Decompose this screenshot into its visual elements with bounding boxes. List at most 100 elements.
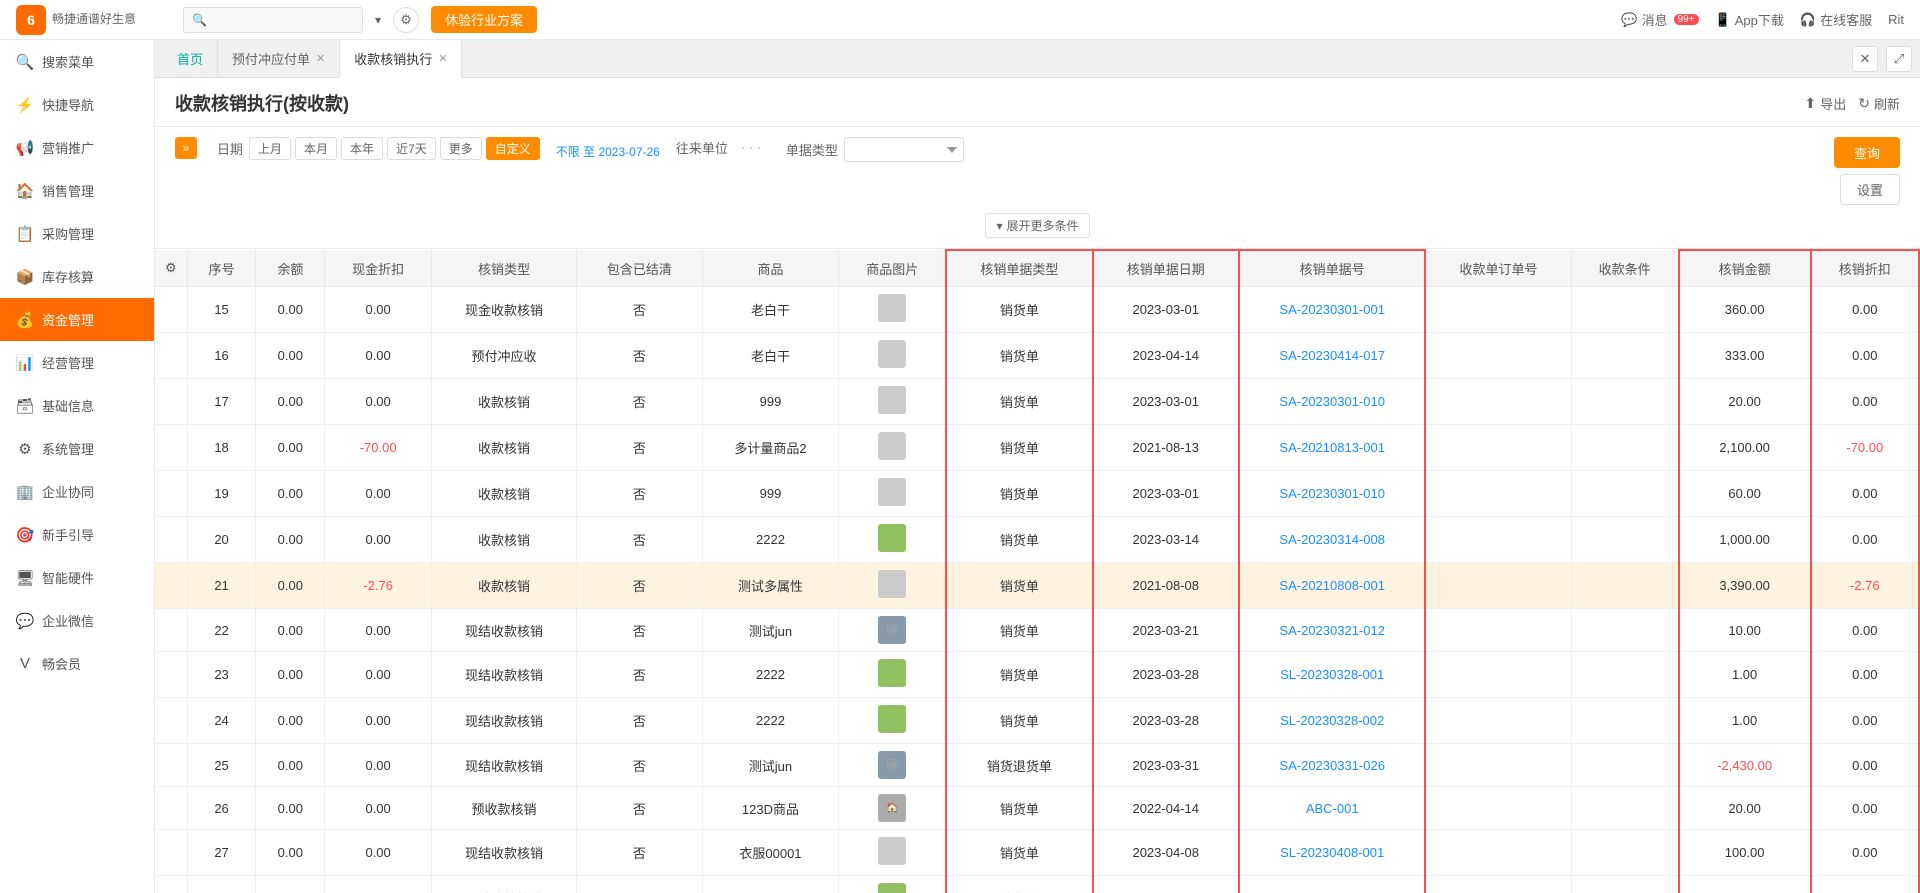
sidebar-item-quick-nav[interactable]: ⚡ 快捷导航 <box>0 83 154 126</box>
sidebar-item-guide[interactable]: 🎯 新手引导 <box>0 513 154 556</box>
sidebar-item-search[interactable]: 🔍 搜索菜单 <box>0 40 154 83</box>
cell-write-off-type: 收款核销 <box>432 425 577 471</box>
cell-write-off-no[interactable]: SL-20230408-001 <box>1239 830 1426 876</box>
cell-no: 17 <box>187 379 256 425</box>
link-cell-write-off-no[interactable]: SA-20210813-001 <box>1279 440 1385 455</box>
sidebar-item-sales[interactable]: 🏠 销售管理 <box>0 169 154 212</box>
cell-write-off-no[interactable]: SL-20230328-002 <box>1239 698 1426 744</box>
cell-collect-condition <box>1571 471 1679 517</box>
filter-collapse-btn[interactable]: » <box>175 137 197 159</box>
sidebar-item-system[interactable]: ⚙ 系统管理 <box>0 427 154 470</box>
tab-prepay-close[interactable]: ✕ <box>316 52 325 65</box>
link-cell-write-off-no[interactable]: SA-20230301-010 <box>1279 486 1385 501</box>
cell-write-off-no[interactable]: SA-20210808-001 <box>1239 563 1426 609</box>
notifications-item[interactable]: 💬 消息 99+ <box>1621 10 1698 29</box>
cell-write-off-date: 2023-04-18 <box>1093 876 1239 893</box>
cell-write-off-no[interactable]: SA-20230321-012 <box>1239 609 1426 652</box>
link-cell-write-off-no[interactable]: SA-20230331-026 <box>1279 758 1385 773</box>
cell-write-off-no[interactable]: SA-20230314-008 <box>1239 517 1426 563</box>
cell-goods-image <box>839 652 947 698</box>
cell-no: 20 <box>187 517 256 563</box>
tab-home[interactable]: 首页 <box>163 40 218 78</box>
tab-maximize-btn[interactable]: ⤢ <box>1886 46 1912 72</box>
setting-btn[interactable]: 设置 <box>1840 174 1900 205</box>
user-item[interactable]: Rit <box>1888 12 1904 27</box>
tab-prepay[interactable]: 预付冲应付单 ✕ <box>218 40 340 78</box>
link-cell-write-off-no[interactable]: SA-20230301-001 <box>1279 302 1385 317</box>
sidebar-item-member[interactable]: V 畅会员 <box>0 642 154 685</box>
cell-include-settled: 否 <box>576 698 702 744</box>
industry-btn[interactable]: 休验行业方案 <box>431 6 537 33</box>
sidebar-item-finance[interactable]: 💰 资金管理 <box>0 298 154 341</box>
sidebar-item-purchase[interactable]: 📋 采购管理 <box>0 212 154 255</box>
tab-close-btn[interactable]: ✕ <box>1852 46 1878 72</box>
link-cell-write-off-no[interactable]: SA-20230301-010 <box>1279 394 1385 409</box>
app-download-item[interactable]: 📱 App下载 <box>1715 10 1784 29</box>
sidebar-item-operations[interactable]: 📊 经营管理 <box>0 341 154 384</box>
cell-include-settled: 否 <box>576 563 702 609</box>
date-btn-this-month[interactable]: 本月 <box>295 137 337 160</box>
link-cell-write-off-no[interactable]: ABC-001 <box>1306 801 1359 816</box>
cell-settings <box>155 744 187 787</box>
sidebar-item-enterprise[interactable]: 🏢 企业协同 <box>0 470 154 513</box>
cell-write-off-no[interactable]: SA-20230414-017 <box>1239 333 1426 379</box>
query-btn[interactable]: 查询 <box>1834 137 1900 168</box>
link-cell-write-off-no[interactable]: SL-20230408-001 <box>1280 845 1384 860</box>
sidebar-item-inventory[interactable]: 📦 库存核算 <box>0 255 154 298</box>
cell-collect-order-no <box>1425 744 1571 787</box>
sidebar-item-wechat[interactable]: 💬 企业微信 <box>0 599 154 642</box>
data-table-container[interactable]: ⚙ 序号 余额 现金折扣 核销类型 包含已结清 商品 商品图片 核销单据类型 核… <box>155 249 1920 893</box>
cell-cash-discount: 0.00 <box>325 652 432 698</box>
cell-cash-discount: 0.00 <box>325 830 432 876</box>
gear-icon[interactable]: ⚙ <box>393 7 419 33</box>
sidebar-label-finance: 资金管理 <box>42 310 94 329</box>
tab-collection-close[interactable]: ✕ <box>438 52 447 65</box>
cell-write-off-bill-type: 销货单 <box>946 609 1092 652</box>
link-cell-write-off-no[interactable]: SL-20230328-002 <box>1280 713 1384 728</box>
date-btn-prev-month[interactable]: 上月 <box>249 137 291 160</box>
cell-write-off-no[interactable]: SA-20230331-026 <box>1239 744 1426 787</box>
bill-type-select[interactable] <box>844 137 964 162</box>
link-cell-write-off-no[interactable]: SA-20230314-008 <box>1279 532 1385 547</box>
cell-settings <box>155 876 187 893</box>
cell-write-off-no[interactable]: SL-20230328-001 <box>1239 652 1426 698</box>
cell-write-off-amount: -2,430.00 <box>1679 744 1811 787</box>
goods-image-placeholder <box>878 524 906 552</box>
search-icon: 🔍 <box>16 53 34 71</box>
cell-write-off-no[interactable]: SL-20230418-001 <box>1239 876 1426 893</box>
link-cell-write-off-no[interactable]: SA-20230321-012 <box>1279 623 1385 638</box>
link-cell-write-off-no[interactable]: SL-20230328-001 <box>1280 667 1384 682</box>
monitor-icon: 🖥 <box>16 569 34 587</box>
cell-collect-order-no <box>1425 652 1571 698</box>
link-cell-write-off-no[interactable]: SA-20230414-017 <box>1279 348 1385 363</box>
date-btn-7days[interactable]: 近7天 <box>387 137 436 160</box>
online-service-item[interactable]: 🎧 在线客服 <box>1800 10 1872 29</box>
cell-write-off-no[interactable]: ABC-001 <box>1239 787 1426 830</box>
date-btn-more[interactable]: 更多 <box>440 137 482 160</box>
top-search-box[interactable]: 🔍 <box>183 7 363 33</box>
tab-collection[interactable]: 收款核销执行 ✕ <box>340 40 462 78</box>
sidebar-label-search: 搜索菜单 <box>42 52 94 71</box>
sidebar-label-guide: 新手引导 <box>42 525 94 544</box>
notifications-badge: 99+ <box>1674 14 1699 25</box>
link-cell-write-off-no[interactable]: SA-20210808-001 <box>1279 578 1385 593</box>
date-btn-custom[interactable]: 自定义 <box>486 137 540 160</box>
export-btn[interactable]: ⬆ 导出 <box>1805 94 1847 113</box>
refresh-btn[interactable]: ↻ 刷新 <box>1858 94 1900 113</box>
table-row: 180.00-70.00收款核销否多计量商品2销货单2021-08-13SA-2… <box>155 425 1919 471</box>
cell-collect-condition <box>1571 787 1679 830</box>
sidebar-item-smart-hw[interactable]: 🖥 智能硬件 <box>0 556 154 599</box>
filter-date-item: 日期 上月 本月 本年 近7天 更多 自定义 <box>217 137 540 160</box>
cell-write-off-no[interactable]: SA-20230301-001 <box>1239 287 1426 333</box>
cell-write-off-no[interactable]: SA-20230301-010 <box>1239 379 1426 425</box>
col-settings[interactable]: ⚙ <box>155 250 187 287</box>
cell-write-off-no[interactable]: SA-20230301-010 <box>1239 471 1426 517</box>
cell-write-off-discount: -2.76 <box>1811 563 1919 609</box>
cell-write-off-no[interactable]: SA-20210813-001 <box>1239 425 1426 471</box>
cell-write-off-bill-type: 销货单 <box>946 698 1092 744</box>
sidebar-item-marketing[interactable]: 📢 营销推广 <box>0 126 154 169</box>
sidebar-item-basic-info[interactable]: 🗃 基础信息 <box>0 384 154 427</box>
dropdown-arrow[interactable]: ▾ <box>375 13 381 27</box>
date-btn-this-year[interactable]: 本年 <box>341 137 383 160</box>
expand-more-btn[interactable]: ▾ 展开更多条件 <box>985 213 1089 238</box>
